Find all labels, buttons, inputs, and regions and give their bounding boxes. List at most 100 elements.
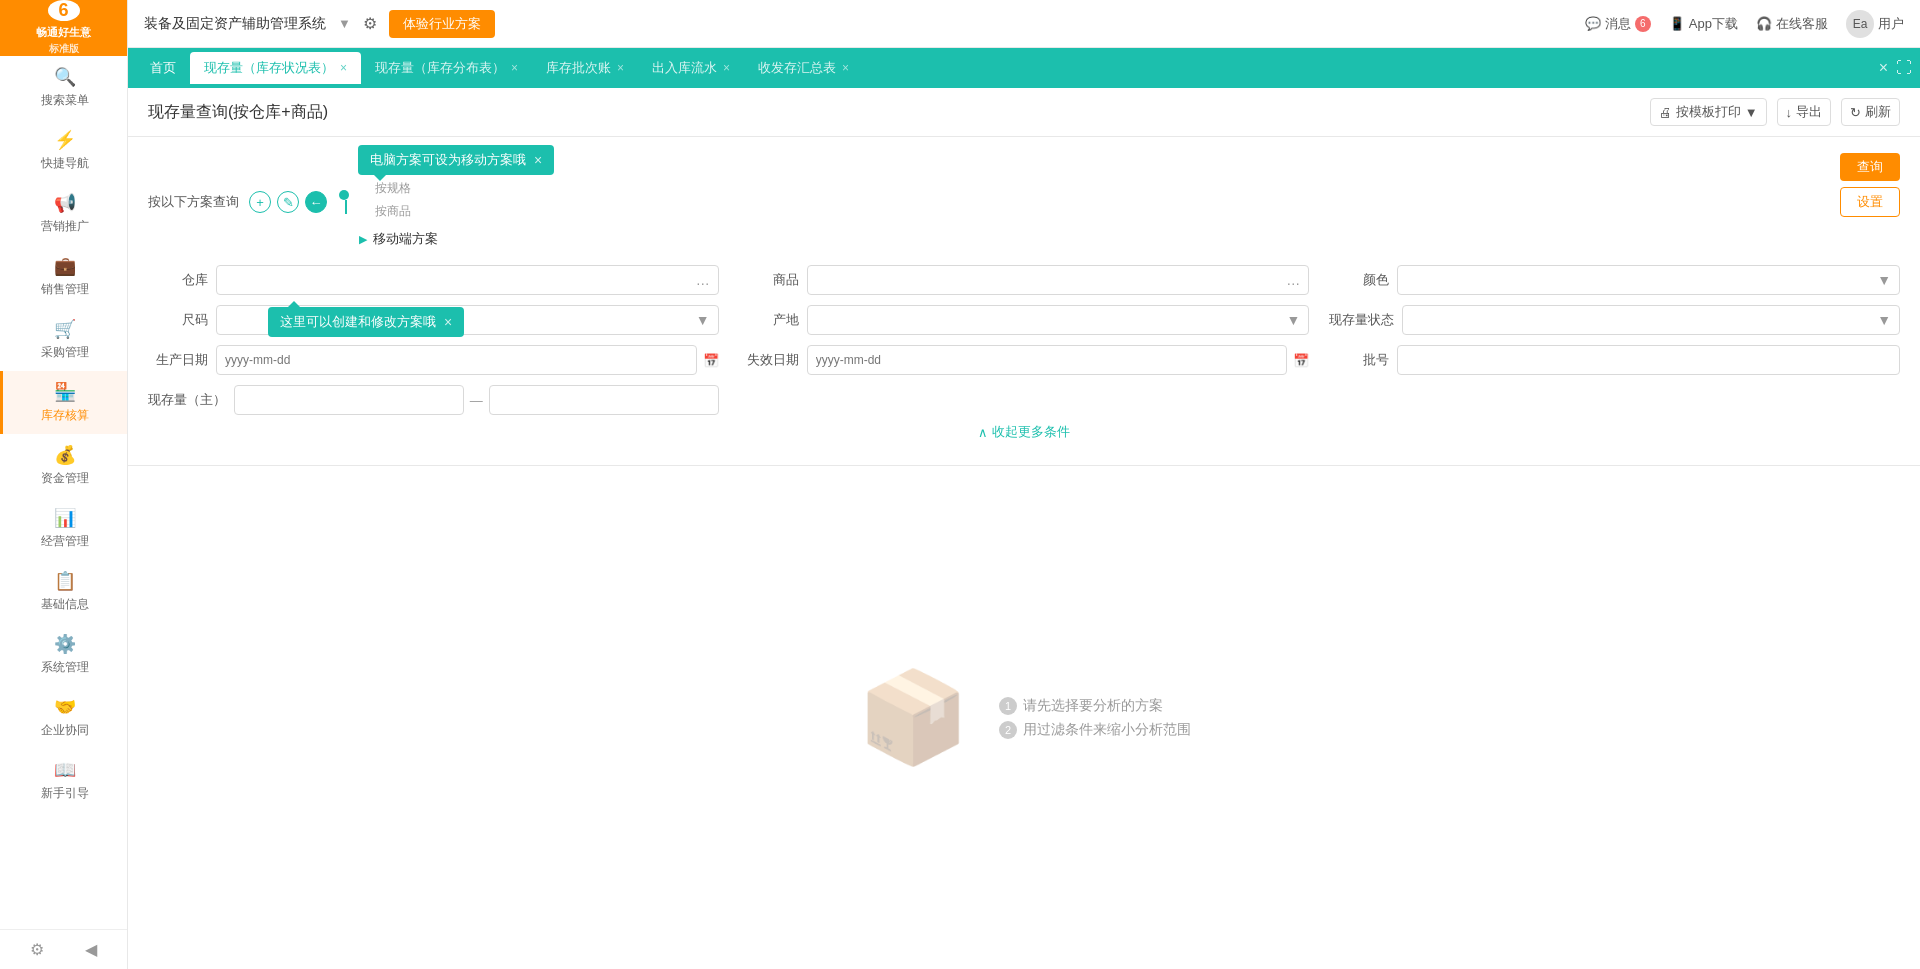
- tab-collect-summary-label: 收发存汇总表: [758, 59, 836, 77]
- chevron-up-icon: ∧: [978, 425, 988, 440]
- add-scheme-btn[interactable]: +: [249, 191, 271, 213]
- page-title: 现存量查询(按仓库+商品): [148, 102, 328, 123]
- sidebar-item-basic-info[interactable]: 📋 基础信息: [0, 560, 127, 623]
- tab-inout-flow[interactable]: 出入库流水 ×: [638, 52, 744, 84]
- sidebar-item-inventory[interactable]: 🏪 库存核算: [0, 371, 127, 434]
- tab-inventory-status[interactable]: 现存量（库存状况表） ×: [190, 52, 361, 84]
- sidebar-item-label: 采购管理: [41, 344, 89, 361]
- tab-close-icon[interactable]: ×: [842, 61, 849, 75]
- arrow-icon-2: ▶: [359, 233, 367, 246]
- user-action[interactable]: Ea 用户: [1846, 10, 1904, 38]
- goods-select[interactable]: …: [807, 265, 1310, 295]
- filter-row-origin: 产地 ▼: [739, 305, 1310, 335]
- sidebar-item-enterprise[interactable]: 🤝 企业协同: [0, 686, 127, 749]
- back-btn[interactable]: ←: [305, 191, 327, 213]
- sidebar-item-guide[interactable]: 📖 新手引导: [0, 749, 127, 812]
- color-select[interactable]: ▼: [1397, 265, 1900, 295]
- collapse-bar[interactable]: ∧ 收起更多条件: [148, 415, 1900, 449]
- export-button[interactable]: ↓ 导出: [1777, 98, 1832, 126]
- basic-info-icon: 📋: [54, 570, 76, 592]
- empty-state: 📦 1 请先选择要分析的方案 2 用过滤条件来缩小分析范围: [128, 466, 1920, 969]
- tooltip-1-close[interactable]: ×: [534, 152, 542, 168]
- size-dropdown[interactable]: ▼: [696, 312, 710, 328]
- origin-label: 产地: [739, 311, 799, 329]
- sidebar-item-purchase[interactable]: 🛒 采购管理: [0, 308, 127, 371]
- sidebar-item-system[interactable]: ⚙️ 系统管理: [0, 623, 127, 686]
- goods-ellipsis[interactable]: …: [1286, 272, 1300, 288]
- tab-batch-ledger[interactable]: 库存批次账 ×: [532, 52, 638, 84]
- sidebar-item-finance[interactable]: 💰 资金管理: [0, 434, 127, 497]
- scheme-mobile[interactable]: ▶ 移动端方案: [359, 227, 519, 251]
- online-support-action[interactable]: 🎧 在线客服: [1756, 15, 1828, 33]
- sidebar-item-label: 基础信息: [41, 596, 89, 613]
- warehouse-ellipsis[interactable]: …: [696, 272, 710, 288]
- search-menu-icon: 🔍: [54, 66, 76, 88]
- tooltip-2-close[interactable]: ×: [444, 314, 452, 330]
- hint-num-2: 2: [999, 721, 1017, 739]
- sidebar-item-label: 系统管理: [41, 659, 89, 676]
- tab-close-icon[interactable]: ×: [340, 61, 347, 75]
- goods-label: 商品: [739, 271, 799, 289]
- search-button[interactable]: 查询: [1840, 153, 1900, 181]
- color-dropdown[interactable]: ▼: [1877, 272, 1891, 288]
- finance-icon: 💰: [54, 444, 76, 466]
- sales-icon: 💼: [54, 255, 76, 277]
- collapse-label: 收起更多条件: [992, 423, 1070, 441]
- expire-date-calendar-icon[interactable]: 📅: [1293, 353, 1309, 368]
- scheme-sub-1[interactable]: 按规格: [375, 177, 519, 200]
- dropdown-icon[interactable]: ▼: [338, 16, 351, 31]
- filter-row-expire-date: 失效日期 📅: [739, 345, 1310, 375]
- scheme-sub-items: 按规格 按商品: [359, 177, 519, 223]
- filter-row-warehouse: 仓库 …: [148, 265, 719, 295]
- print-dropdown-icon: ▼: [1745, 105, 1758, 120]
- stock-main-min-input[interactable]: [234, 385, 464, 415]
- sidebar-item-search-menu[interactable]: 🔍 搜索菜单: [0, 56, 127, 119]
- stock-main-max-input[interactable]: [489, 385, 719, 415]
- sidebar-item-operations[interactable]: 📊 经营管理: [0, 497, 127, 560]
- app-download-action[interactable]: 📱 App下载: [1669, 15, 1738, 33]
- sidebar-item-sales[interactable]: 💼 销售管理: [0, 245, 127, 308]
- tooltip-1-text: 电脑方案可设为移动方案哦: [370, 151, 526, 169]
- tab-inventory-dist[interactable]: 现存量（库存分布表） ×: [361, 52, 532, 84]
- stock-status-select[interactable]: ▼: [1402, 305, 1900, 335]
- sidebar-item-label: 新手引导: [41, 785, 89, 802]
- edit-scheme-btn[interactable]: ✎: [277, 191, 299, 213]
- hint-text-1: 请先选择要分析的方案: [1023, 697, 1163, 715]
- online-support-label: 在线客服: [1776, 15, 1828, 33]
- sidebar-item-label: 库存核算: [41, 407, 89, 424]
- refresh-label: 刷新: [1865, 103, 1891, 121]
- settings-icon[interactable]: ⚙: [30, 940, 44, 959]
- expire-date-start-input[interactable]: [807, 345, 1288, 375]
- origin-select[interactable]: ▼: [807, 305, 1310, 335]
- warehouse-select[interactable]: …: [216, 265, 719, 295]
- trial-button[interactable]: 体验行业方案: [389, 10, 495, 38]
- tab-home[interactable]: 首页: [136, 52, 190, 84]
- prod-date-calendar-icon[interactable]: 📅: [703, 353, 719, 368]
- prod-date-start-input[interactable]: [216, 345, 697, 375]
- sidebar-item-marketing[interactable]: 📢 营销推广: [0, 182, 127, 245]
- tab-collect-summary[interactable]: 收发存汇总表 ×: [744, 52, 863, 84]
- hint-num-1: 1: [999, 697, 1017, 715]
- filter-actions: + ✎ ←: [249, 191, 327, 213]
- color-label: 颜色: [1329, 271, 1389, 289]
- print-button[interactable]: 🖨 按模板打印 ▼: [1650, 98, 1767, 126]
- origin-dropdown[interactable]: ▼: [1286, 312, 1300, 328]
- collapse-icon[interactable]: ◀: [85, 940, 97, 959]
- tab-fullscreen-icon[interactable]: ⛶: [1896, 59, 1912, 77]
- tab-close-icon[interactable]: ×: [511, 61, 518, 75]
- scheme-sub-2[interactable]: 按商品: [375, 200, 519, 223]
- connector: [339, 190, 349, 214]
- prod-date-label: 生产日期: [148, 351, 208, 369]
- reset-button[interactable]: 设置: [1840, 187, 1900, 217]
- tab-close-icon[interactable]: ×: [617, 61, 624, 75]
- tab-close-icon[interactable]: ×: [723, 61, 730, 75]
- tab-close-all-icon[interactable]: ×: [1879, 59, 1888, 77]
- stock-status-dropdown[interactable]: ▼: [1877, 312, 1891, 328]
- system-name: 装备及固定资产辅助管理系统: [144, 15, 326, 33]
- batch-no-input[interactable]: [1397, 345, 1900, 375]
- gear-icon[interactable]: ⚙: [363, 14, 377, 33]
- notice-action[interactable]: 💬 消息 6: [1585, 15, 1651, 33]
- sidebar-item-label: 经营管理: [41, 533, 89, 550]
- sidebar-item-quick-nav[interactable]: ⚡ 快捷导航: [0, 119, 127, 182]
- refresh-button[interactable]: ↻ 刷新: [1841, 98, 1900, 126]
